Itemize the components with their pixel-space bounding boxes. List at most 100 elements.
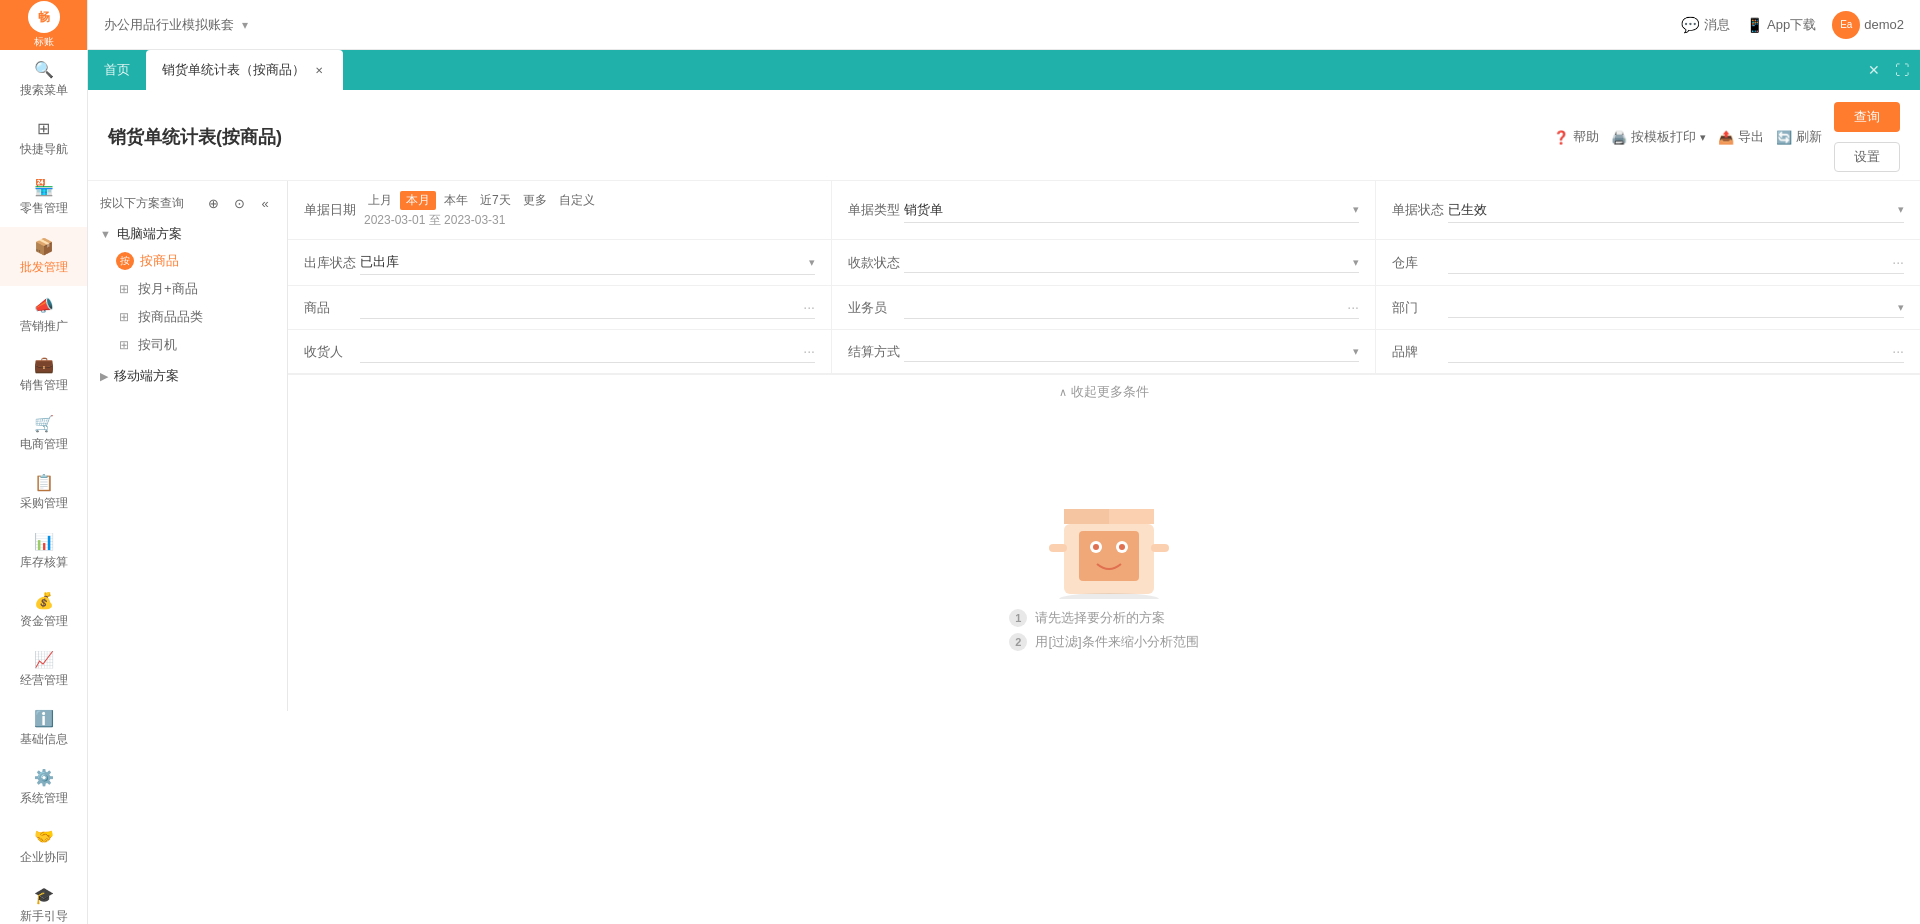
sidebar-item-quick-nav[interactable]: ⊞ 快捷导航 — [0, 109, 87, 168]
sidebar-item-inventory[interactable]: 📊 库存核算 — [0, 522, 87, 581]
settings-btn[interactable]: 设置 — [1834, 142, 1900, 172]
scheme-group-mobile-arrow: ▶ — [100, 370, 108, 383]
date-btn-7days[interactable]: 近7天 — [476, 191, 515, 210]
staff-label: 业务员 — [848, 299, 904, 317]
sidebar-item-sales[interactable]: 💼 销售管理 — [0, 345, 87, 404]
payment-arrow: ▾ — [1353, 256, 1359, 269]
product-dots[interactable]: ··· — [803, 299, 815, 315]
product-input-area[interactable]: ··· — [360, 296, 815, 319]
user-name: demo2 — [1864, 17, 1904, 32]
empty-illustration — [1044, 469, 1164, 589]
warehouse-dropdown[interactable]: 已出库 ▾ — [360, 250, 815, 275]
sales-icon: 💼 — [34, 355, 54, 374]
date-btn-this-year[interactable]: 本年 — [440, 191, 472, 210]
scheme-panel-actions: ⊕ ⊙ « — [203, 193, 275, 213]
date-btn-this-month[interactable]: 本月 — [400, 191, 436, 210]
sidebar-item-ecommerce[interactable]: 🛒 电商管理 — [0, 404, 87, 463]
staff-dots[interactable]: ··· — [1347, 299, 1359, 315]
date-btn-custom[interactable]: 自定义 — [555, 191, 599, 210]
filter-product-cell: 商品 ··· — [288, 286, 832, 329]
sidebar-item-newbie[interactable]: 🎓 新手引导 — [0, 876, 87, 924]
scheme-group-pc-label: 电脑端方案 — [117, 225, 182, 243]
page-title: 销货单统计表(按商品) — [108, 125, 282, 149]
payment-method-dropdown[interactable]: ▾ — [904, 342, 1359, 362]
tab-sales-stats-label: 销货单统计表（按商品） — [162, 61, 305, 79]
filter-doc-status-cell: 单据状态 已生效 ▾ — [1376, 181, 1920, 239]
staff-input-area[interactable]: ··· — [904, 296, 1359, 319]
tab-close-window-btn[interactable]: ✕ — [1864, 60, 1884, 80]
payment-label: 收款状态 — [848, 254, 904, 272]
message-btn[interactable]: 💬 消息 — [1681, 16, 1730, 34]
payment-dropdown[interactable]: ▾ — [904, 253, 1359, 273]
query-btn[interactable]: 查询 — [1834, 102, 1900, 132]
storage-input-area[interactable]: ··· — [1448, 251, 1904, 274]
warehouse-label: 出库状态 — [304, 254, 360, 272]
avatar: Ea — [1832, 11, 1860, 39]
scheme-item-by-dept-icon: ⊞ — [116, 337, 132, 353]
date-range-text: 2023-03-01 至 2023-03-31 — [364, 212, 815, 229]
refresh-btn[interactable]: 🔄 刷新 — [1776, 128, 1822, 146]
tab-close-btn[interactable]: ✕ — [311, 62, 327, 78]
help-btn[interactable]: ❓ 帮助 — [1553, 128, 1599, 146]
purchase-icon: 📋 — [34, 473, 54, 492]
sidebar-item-retail[interactable]: 🏪 零售管理 — [0, 168, 87, 227]
doc-status-dropdown[interactable]: 已生效 ▾ — [1448, 198, 1904, 223]
doc-type-arrow: ▾ — [1353, 203, 1359, 216]
refresh-label: 刷新 — [1796, 128, 1822, 146]
filter-dept-cell: 部门 ▾ — [1376, 286, 1920, 329]
tab-sales-stats[interactable]: 销货单统计表（按商品） ✕ — [146, 50, 343, 90]
sidebar-item-search[interactable]: 🔍 搜索菜单 — [0, 50, 87, 109]
doc-status-arrow: ▾ — [1898, 203, 1904, 216]
sidebar-label-inventory: 库存核算 — [20, 554, 68, 571]
sidebar-item-corp-collab[interactable]: 🤝 企业协同 — [0, 817, 87, 876]
date-btn-more[interactable]: 更多 — [519, 191, 551, 210]
scheme-group-mobile-header[interactable]: ▶ 移动端方案 — [88, 363, 287, 389]
content-area: 按以下方案查询 ⊕ ⊙ « ▼ 电脑端方案 — [88, 181, 1920, 711]
sidebar-label-base-info: 基础信息 — [20, 731, 68, 748]
scheme-settings-btn[interactable]: ⊙ — [229, 193, 249, 213]
sidebar-item-base-info[interactable]: ℹ️ 基础信息 — [0, 699, 87, 758]
receiver-dots[interactable]: ··· — [803, 343, 815, 359]
tab-home[interactable]: 首页 — [88, 50, 146, 90]
dept-dropdown[interactable]: ▾ — [1448, 298, 1904, 318]
sidebar-label-marketing: 营销推广 — [20, 318, 68, 335]
brand-dots[interactable]: ··· — [1892, 343, 1904, 359]
sidebar-label-purchase: 采购管理 — [20, 495, 68, 512]
collapse-bar[interactable]: ∧ 收起更多条件 — [288, 374, 1920, 409]
app-download-label: App下载 — [1767, 16, 1816, 34]
date-btn-last-month[interactable]: 上月 — [364, 191, 396, 210]
receiver-input-area[interactable]: ··· — [360, 340, 815, 363]
sidebar-item-purchase[interactable]: 📋 采购管理 — [0, 463, 87, 522]
app-title-dropdown[interactable]: ▾ — [242, 18, 248, 32]
filter-row-3: 商品 ··· 业务员 ··· — [288, 286, 1920, 330]
sidebar-item-operations[interactable]: 📈 经营管理 — [0, 640, 87, 699]
doc-type-dropdown[interactable]: 销货单 ▾ — [904, 198, 1359, 223]
sidebar-label-finance: 资金管理 — [20, 613, 68, 630]
print-btn[interactable]: 🖨️ 按模板打印 ▾ — [1611, 128, 1706, 146]
sidebar-item-wholesale[interactable]: 📦 批发管理 — [0, 227, 87, 286]
scheme-item-by-product[interactable]: 按 按商品 — [88, 247, 287, 275]
sidebar-label-operations: 经营管理 — [20, 672, 68, 689]
user-profile[interactable]: Ea demo2 — [1832, 11, 1904, 39]
sidebar-item-marketing[interactable]: 📣 营销推广 — [0, 286, 87, 345]
filter-storage-cell: 仓库 ··· — [1376, 240, 1920, 285]
scheme-item-by-category[interactable]: ⊞ 按商品品类 — [88, 303, 287, 331]
brand-input-area[interactable]: ··· — [1448, 340, 1904, 363]
app-download-btn[interactable]: 📱 App下载 — [1746, 16, 1816, 34]
storage-dots[interactable]: ··· — [1892, 254, 1904, 270]
print-label: 按模板打印 — [1631, 128, 1696, 146]
scheme-collapse-btn[interactable]: « — [255, 193, 275, 213]
scheme-add-btn[interactable]: ⊕ — [203, 193, 223, 213]
filter-date-cell: 单据日期 上月 本月 本年 近7天 更多 自定义 — [288, 181, 832, 239]
export-btn[interactable]: 📤 导出 — [1718, 128, 1764, 146]
scheme-item-by-month-product[interactable]: ⊞ 按月+商品 — [88, 275, 287, 303]
sidebar-label-retail: 零售管理 — [20, 200, 68, 217]
logo-area[interactable]: 畅 标账 — [0, 0, 87, 50]
scheme-item-by-dept[interactable]: ⊞ 按司机 — [88, 331, 287, 359]
sidebar-item-system[interactable]: ⚙️ 系统管理 — [0, 758, 87, 817]
tab-maximize-btn[interactable]: ⛶ — [1892, 60, 1912, 80]
scheme-group-pc-header[interactable]: ▼ 电脑端方案 — [88, 221, 287, 247]
empty-hint-1: 1 请先选择要分析的方案 — [1009, 609, 1198, 627]
sidebar-item-finance[interactable]: 💰 资金管理 — [0, 581, 87, 640]
hint-num-2: 2 — [1009, 633, 1027, 651]
